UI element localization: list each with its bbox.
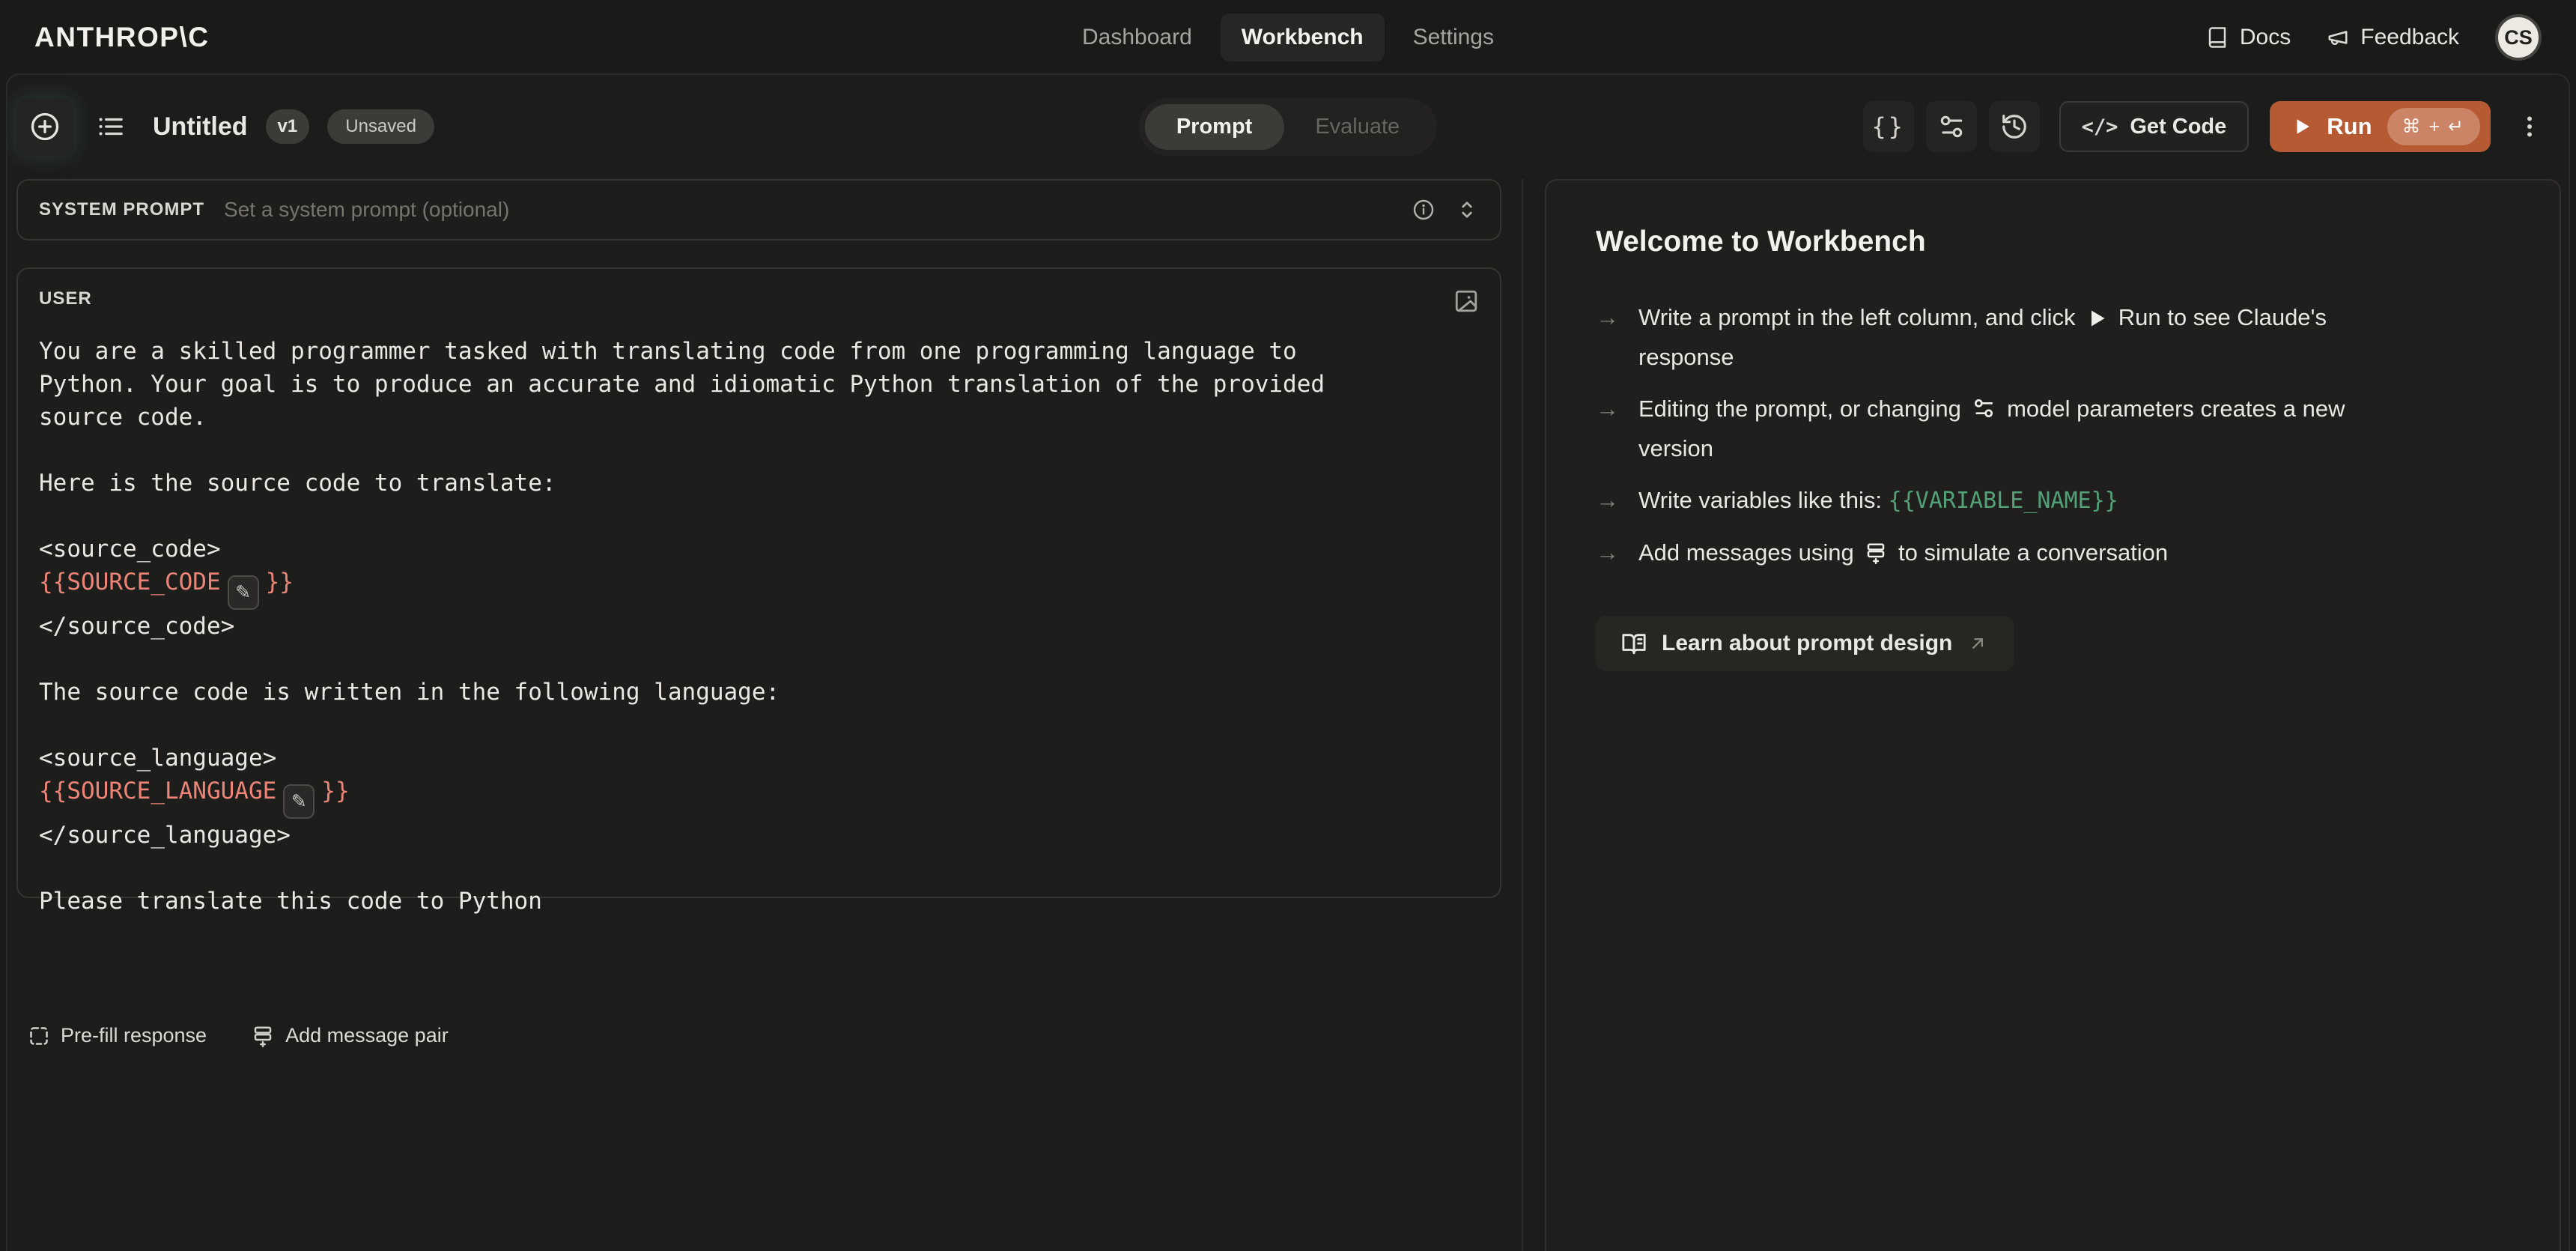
code-icon: </> [2082,115,2118,139]
learn-prompt-design-button[interactable]: Learn about prompt design [1596,616,2014,671]
prompt-title[interactable]: Untitled [153,112,248,142]
arrow-right-icon: → [1596,297,1619,377]
anthropic-logo[interactable]: ANTHROP\C [34,22,209,53]
variable-source-language: {{SOURCE_LANGUAGE [39,778,276,805]
docs-link[interactable]: Docs [2206,25,2291,50]
prefill-response-button[interactable]: Pre-fill response [28,1024,207,1047]
toolbar-left: Untitled v1 Unsaved [16,98,434,155]
nav-right-cluster: Docs Feedback CS [2206,14,2542,61]
variable-example: {{VARIABLE_NAME}} [1889,488,2118,514]
user-message-field[interactable]: USER You are a skilled programmer tasked… [16,267,1501,898]
get-code-button[interactable]: </> Get Code [2059,101,2250,152]
play-icon [2086,308,2107,329]
info-icon[interactable] [1412,198,1436,222]
system-prompt-field[interactable]: SYSTEM PROMPT Set a system prompt (optio… [16,179,1501,240]
history-button[interactable] [1989,101,2040,152]
arrow-right-icon: → [1596,389,1619,468]
version-badge[interactable]: v1 [266,109,310,144]
feedback-link[interactable]: Feedback [2327,25,2459,50]
message-stack-icon [252,1025,274,1047]
system-prompt-label: SYSTEM PROMPT [39,199,204,220]
nav-tab-workbench[interactable]: Workbench [1221,13,1385,61]
add-image-button[interactable] [1453,288,1479,314]
nav-tab-settings[interactable]: Settings [1392,13,1515,61]
message-actions: Pre-fill response Add message pair [28,1024,449,1047]
user-avatar[interactable]: CS [2495,14,2542,61]
sliders-icon [1972,396,1996,420]
kebab-icon [2516,113,2543,140]
arrow-right-icon: → [1596,533,1619,572]
welcome-bullets: → Write a prompt in the left column, and… [1596,297,2510,572]
welcome-bullet-versions: → Editing the prompt, or changing model … [1596,389,2510,468]
welcome-bullet-run: → Write a prompt in the left column, and… [1596,297,2510,377]
open-book-icon [1621,631,1647,656]
list-icon [97,112,125,141]
sliders-icon [1937,112,1966,141]
mode-switcher: Prompt Evaluate [1139,98,1437,156]
external-link-icon [1967,633,1988,654]
new-prompt-button[interactable] [16,98,73,155]
variable-source-code: {{SOURCE_CODE [39,569,221,596]
plus-circle-icon [28,110,61,143]
dashed-square-icon [28,1026,49,1046]
overflow-menu-button[interactable] [2513,101,2546,152]
workbench-content: Untitled v1 Unsaved Prompt Evaluate {} [6,73,2570,1251]
welcome-bullet-messages: → Add messages using to simulate a conve… [1596,533,2510,572]
welcome-title: Welcome to Workbench [1596,225,2510,258]
book-icon [2206,26,2229,49]
nav-tab-dashboard[interactable]: Dashboard [1061,13,1213,61]
user-message-text: You are a skilled programmer tasked with… [39,335,1479,918]
user-label: USER [39,288,92,309]
prompt-list-button[interactable] [91,107,130,146]
message-stack-icon [1865,542,1887,564]
system-prompt-placeholder: Set a system prompt (optional) [224,198,1412,222]
tab-evaluate[interactable]: Evaluate [1284,104,1431,150]
variables-button[interactable]: {} [1863,101,1914,152]
run-shortcut: ⌘ + ↵ [2387,108,2480,145]
tab-prompt[interactable]: Prompt [1145,104,1284,150]
status-badge: Unsaved [327,109,434,144]
welcome-panel: Welcome to Workbench → Write a prompt in… [1545,179,2561,1251]
edit-variable-button[interactable]: ✎ [228,575,259,610]
add-message-pair-button[interactable]: Add message pair [252,1024,449,1047]
model-settings-button[interactable] [1926,101,1977,152]
welcome-bullet-variables: → Write variables like this: {{VARIABLE_… [1596,480,2510,521]
toolbar-right: {} </> Get Code Run ⌘ + ↵ [1863,101,2546,152]
braces-icon: {} [1871,112,1905,141]
workbench-toolbar: Untitled v1 Unsaved Prompt Evaluate {} [7,75,2569,178]
arrow-right-icon: → [1596,480,1619,521]
megaphone-icon [2327,26,2349,49]
play-icon [2292,117,2312,136]
primary-nav: Dashboard Workbench Settings [1061,13,1515,61]
run-button[interactable]: Run ⌘ + ↵ [2270,101,2491,152]
edit-variable-button[interactable]: ✎ [283,784,315,819]
prompt-editor-column: SYSTEM PROMPT Set a system prompt (optio… [16,179,1501,1251]
history-icon [2000,112,2029,141]
panel-resize-handle[interactable] [1522,179,1523,1251]
top-nav: ANTHROP\C Dashboard Workbench Settings D… [0,0,2576,75]
expand-collapse-icon[interactable] [1455,198,1479,222]
